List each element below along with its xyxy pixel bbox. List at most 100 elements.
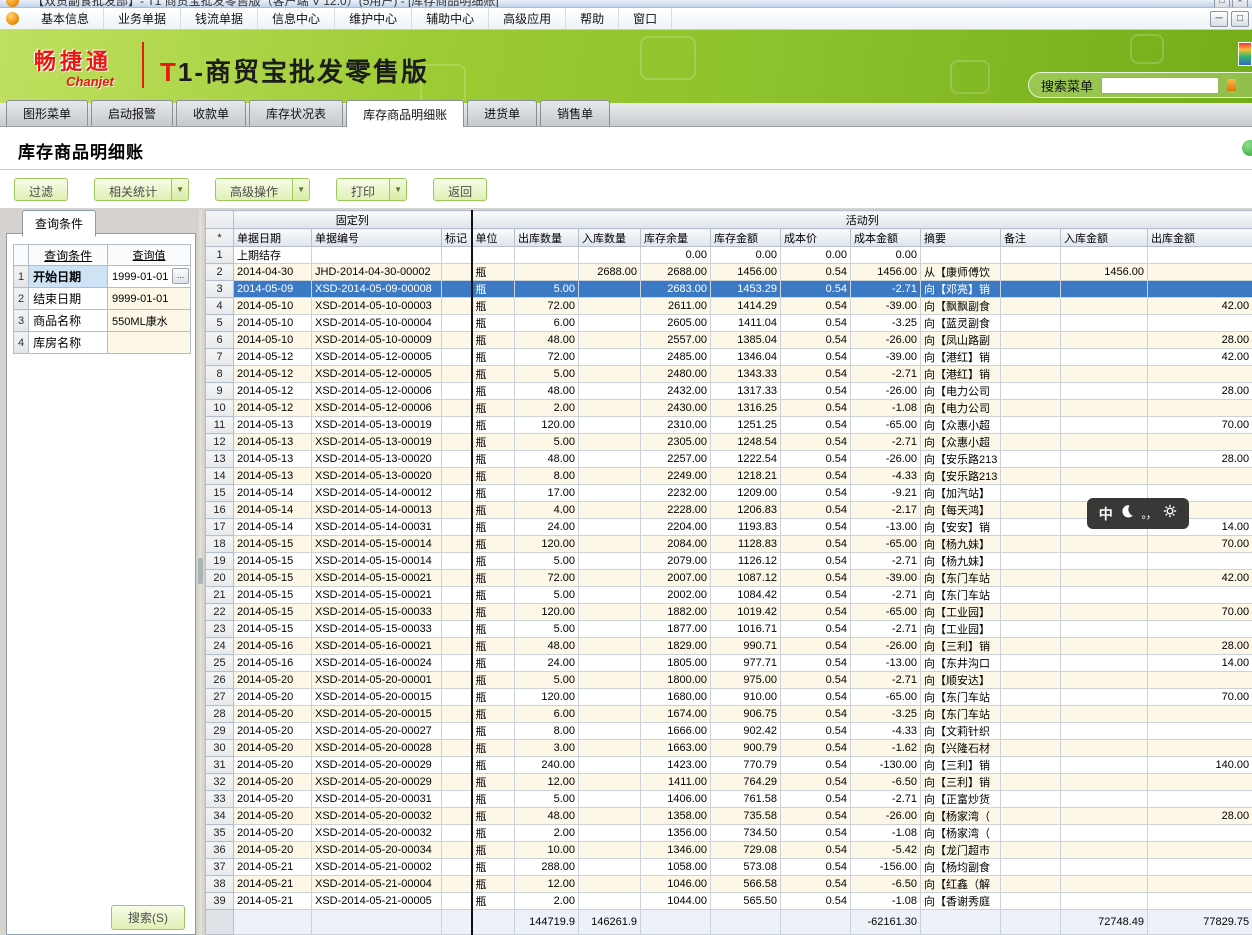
- toolbar-button[interactable]: 高级操作 ▼: [215, 177, 311, 201]
- search-button[interactable]: 搜索(S): [111, 905, 185, 930]
- table-row[interactable]: 32 2014-05-20 XSD-2014-05-20-00029 瓶 12.00 14…: [205, 773, 1252, 791]
- table-row[interactable]: 10 2014-05-12 XSD-2014-05-12-00006 瓶 2.00 243…: [205, 399, 1252, 417]
- window-restore-icon[interactable]: □: [1214, 0, 1230, 7]
- menu-search-go-icon[interactable]: [1227, 79, 1237, 91]
- row-number[interactable]: 9: [205, 382, 234, 400]
- panel-splitter[interactable]: [196, 210, 205, 935]
- row-number[interactable]: 31: [205, 756, 234, 774]
- row-number[interactable]: 4: [205, 297, 234, 315]
- row-number[interactable]: 34: [205, 807, 234, 825]
- query-condition-value[interactable]: [107, 331, 191, 354]
- table-row[interactable]: 34 2014-05-20 XSD-2014-05-20-00032 瓶 48.00 13…: [205, 807, 1252, 825]
- query-condition-value[interactable]: 9999-01-01: [107, 287, 191, 310]
- window-tab[interactable]: 图形菜单: [6, 100, 89, 126]
- toolbar-button[interactable]: 打印 ▼: [336, 177, 408, 201]
- row-number[interactable]: 1: [205, 246, 234, 264]
- row-number[interactable]: 11: [205, 416, 234, 434]
- row-number[interactable]: 8: [205, 365, 234, 383]
- table-row[interactable]: 29 2014-05-20 XSD-2014-05-20-00027 瓶 8.00 166…: [205, 722, 1252, 740]
- menu-item[interactable]: 信息中心: [258, 8, 336, 29]
- table-row[interactable]: 5 2014-05-10 XSD-2014-05-10-00004 瓶 6.00 2605…: [205, 314, 1252, 332]
- query-row[interactable]: 3 商品名称 550ML康水: [12, 309, 191, 332]
- dropdown-arrow-icon[interactable]: ▼: [292, 178, 310, 200]
- column-header[interactable]: 单据日期: [233, 228, 312, 247]
- toolbar-button[interactable]: 过滤: [14, 177, 69, 201]
- query-condition-name[interactable]: 商品名称: [28, 309, 109, 332]
- row-number[interactable]: 21: [205, 586, 234, 604]
- table-row[interactable]: 9 2014-05-12 XSD-2014-05-12-00006 瓶 48.00 243…: [205, 382, 1252, 400]
- window-tab[interactable]: 销售单: [540, 100, 611, 126]
- row-number[interactable]: 19: [205, 552, 234, 570]
- row-number[interactable]: 35: [205, 824, 234, 842]
- row-number[interactable]: 2: [205, 263, 234, 281]
- ime-punctuation-icon[interactable]: 。，: [1141, 506, 1156, 522]
- table-row[interactable]: 31 2014-05-20 XSD-2014-05-20-00029 瓶 240.00 1…: [205, 756, 1252, 774]
- table-row[interactable]: 6 2014-05-10 XSD-2014-05-10-00009 瓶 48.00 255…: [205, 331, 1252, 349]
- row-number[interactable]: 7: [205, 348, 234, 366]
- table-row[interactable]: 38 2014-05-21 XSD-2014-05-21-00004 瓶 12.00 10…: [205, 875, 1252, 893]
- column-header[interactable]: 单位: [471, 228, 515, 247]
- dropdown-arrow-icon[interactable]: ▼: [389, 178, 407, 200]
- query-condition-name[interactable]: 库房名称: [28, 331, 109, 354]
- minimize-icon[interactable]: ─: [1210, 11, 1228, 27]
- row-number[interactable]: 12: [205, 433, 234, 451]
- menu-item[interactable]: 业务单据: [104, 8, 182, 29]
- table-row[interactable]: 39 2014-05-21 XSD-2014-05-21-00005 瓶 2.00 104…: [205, 892, 1252, 910]
- column-header[interactable]: 入库数量: [578, 228, 641, 247]
- column-header[interactable]: 备注: [1000, 228, 1061, 247]
- ime-language-icon[interactable]: 中: [1099, 504, 1113, 524]
- menu-item[interactable]: 维护中心: [335, 8, 413, 29]
- window-tab[interactable]: 收款单: [176, 100, 247, 126]
- row-number[interactable]: 36: [205, 841, 234, 859]
- table-row[interactable]: 24 2014-05-16 XSD-2014-05-16-00021 瓶 48.00 18…: [205, 637, 1252, 655]
- menu-item[interactable]: 钱流单据: [181, 8, 259, 29]
- column-header[interactable]: 成本金额: [850, 228, 921, 247]
- table-row[interactable]: 11 2014-05-13 XSD-2014-05-13-00019 瓶 120.00 2…: [205, 416, 1252, 434]
- row-number[interactable]: 22: [205, 603, 234, 621]
- column-header[interactable]: 入库金额: [1060, 228, 1148, 247]
- row-number[interactable]: 16: [205, 501, 234, 519]
- menu-item[interactable]: 高级应用: [489, 8, 567, 29]
- ime-halfwidth-moon-icon[interactable]: [1120, 504, 1134, 523]
- row-number[interactable]: 18: [205, 535, 234, 553]
- app-menu-icon[interactable]: [6, 12, 19, 25]
- row-number[interactable]: 28: [205, 705, 234, 723]
- table-row[interactable]: 20 2014-05-15 XSD-2014-05-15-00021 瓶 72.00 20…: [205, 569, 1252, 587]
- query-condition-name[interactable]: 结束日期: [28, 287, 109, 310]
- window-tab[interactable]: 进货单: [467, 100, 538, 126]
- menu-item[interactable]: 窗口: [619, 8, 673, 29]
- menu-item[interactable]: 基本信息: [27, 8, 105, 29]
- toolbar-button[interactable]: 返回: [433, 177, 488, 201]
- column-header[interactable]: 成本价: [780, 228, 851, 247]
- window-tab[interactable]: 库存状况表: [249, 100, 344, 126]
- row-number[interactable]: 33: [205, 790, 234, 808]
- row-number[interactable]: 37: [205, 858, 234, 876]
- table-row[interactable]: 23 2014-05-15 XSD-2014-05-15-00033 瓶 5.00 187…: [205, 620, 1252, 638]
- row-number[interactable]: 29: [205, 722, 234, 740]
- dropdown-arrow-icon[interactable]: ▼: [171, 178, 189, 200]
- column-header[interactable]: 出库金额: [1146, 228, 1252, 247]
- table-row[interactable]: 36 2014-05-20 XSD-2014-05-20-00034 瓶 10.00 13…: [205, 841, 1252, 859]
- column-header[interactable]: 单据编号: [311, 228, 442, 247]
- column-header[interactable]: 库存金额: [710, 228, 781, 247]
- ime-settings-gear-icon[interactable]: [1163, 504, 1177, 523]
- table-row[interactable]: 26 2014-05-20 XSD-2014-05-20-00001 瓶 5.00 180…: [205, 671, 1252, 689]
- table-row[interactable]: 35 2014-05-20 XSD-2014-05-20-00032 瓶 2.00 135…: [205, 824, 1252, 842]
- row-number[interactable]: 27: [205, 688, 234, 706]
- table-row[interactable]: 4 2014-05-10 XSD-2014-05-10-00003 瓶 72.00 261…: [205, 297, 1252, 315]
- row-number[interactable]: 38: [205, 875, 234, 893]
- query-conditions-tab[interactable]: 查询条件: [22, 210, 97, 237]
- window-tab[interactable]: 库存商品明细账: [346, 100, 465, 127]
- query-row[interactable]: 1 开始日期 1999-01-01...: [12, 265, 191, 288]
- row-number[interactable]: 20: [205, 569, 234, 587]
- table-row[interactable]: 18 2014-05-15 XSD-2014-05-15-00014 瓶 120.00 2…: [205, 535, 1252, 553]
- restore-icon[interactable]: □: [1231, 11, 1249, 27]
- row-number[interactable]: 39: [205, 892, 234, 910]
- row-number[interactable]: 30: [205, 739, 234, 757]
- table-row[interactable]: 7 2014-05-12 XSD-2014-05-12-00005 瓶 72.00 248…: [205, 348, 1252, 366]
- column-header[interactable]: 出库数量: [514, 228, 579, 247]
- splitter-thumb[interactable]: [198, 558, 203, 584]
- ellipsis-picker-button[interactable]: ...: [172, 268, 189, 284]
- row-number[interactable]: 14: [205, 467, 234, 485]
- ime-toolbar[interactable]: 中 。，: [1087, 498, 1189, 529]
